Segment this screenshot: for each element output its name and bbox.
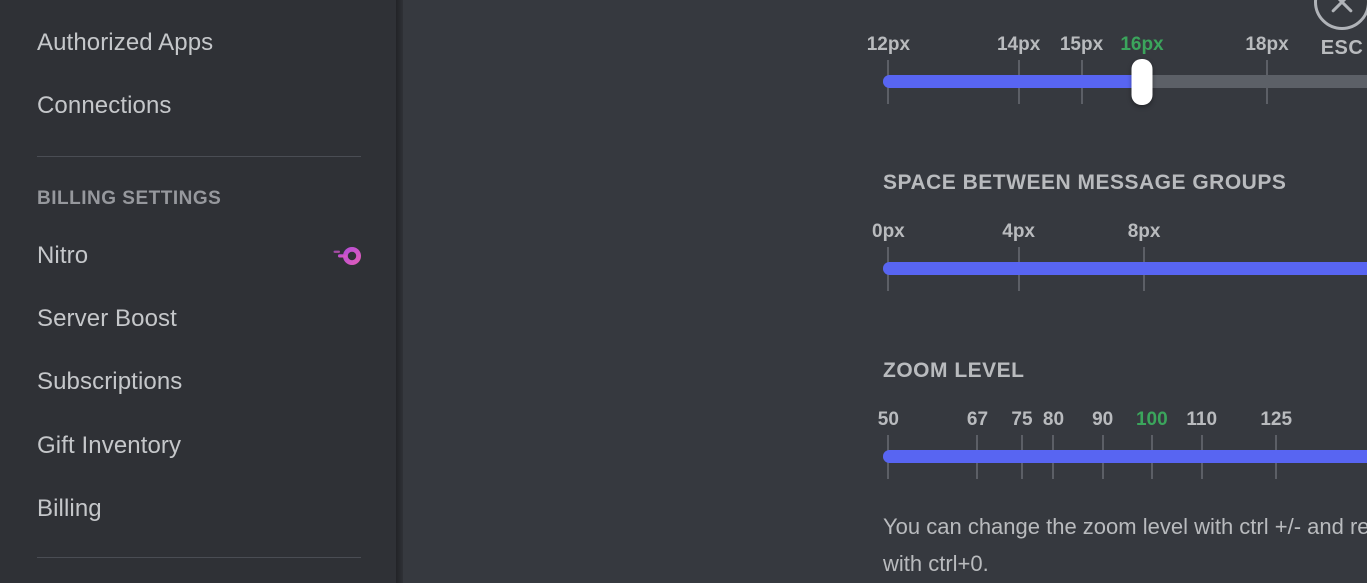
sidebar-divider-top [37,156,361,157]
slider-tick-label: 12px [866,34,911,55]
sidebar-item-gift-inventory[interactable]: Gift Inventory [37,425,181,466]
sidebar-item-authorized-apps[interactable]: Authorized Apps [37,22,383,63]
slider-fill [883,75,1142,88]
sidebar-item-subscriptions[interactable]: Subscriptions [37,361,182,402]
sidebar-item-label: Gift Inventory [37,431,182,459]
zoom-level-helper-text: You can change the zoom level with ctrl … [883,514,1367,576]
slider-fill [883,262,1367,275]
slider-tick-label: 110 [1186,409,1218,430]
sidebar-item-billing[interactable]: Billing [37,488,102,529]
sidebar-item-label: Subscriptions [37,367,183,395]
slider-tick-label: 75 [1011,409,1033,430]
slider-tick-label: 50 [877,409,899,430]
slider-tick-label: 15px [1059,34,1104,55]
sidebar-section-header-billing: BILLING SETTINGS [37,188,222,209]
space-between-message-groups-slider[interactable]: 0px4px8px16px24px [872,221,1367,291]
sidebar-item-label: Authorized Apps [37,28,214,56]
zoom-level-slider[interactable]: 5067758090100110125150175200 [878,409,1367,479]
slider-fill [883,450,1367,463]
group-space-slider-labels: 0px4px8px16px24px [872,221,1367,243]
zoom-level-title: ZOOM LEVEL [883,359,1025,382]
group-space-slider-track[interactable] [883,247,1367,291]
slider-tick-label: 14px [996,34,1041,55]
close-x-icon[interactable] [1314,0,1367,30]
slider-thumb[interactable] [1131,59,1153,105]
slider-tick-label: 90 [1092,409,1114,430]
space-between-message-groups-title: SPACE BETWEEN MESSAGE GROUPS [883,171,1287,194]
close-esc-button[interactable]: ESC [1303,0,1367,60]
close-esc-label: ESC [1320,37,1364,59]
slider-tick-label: 80 [1042,409,1065,430]
slider-tick-label: 0px [872,221,905,242]
slider-tick-label: 100 [1135,409,1168,430]
settings-sidebar: Authorized Apps Connections BILLING SETT… [0,0,403,583]
sidebar-item-label: Billing [37,494,102,522]
sidebar-divider-bottom [37,557,361,558]
slider-tick-label: 8px [1127,221,1161,242]
slider-tick-label: 4px [1002,221,1035,242]
zoom-level-slider-track[interactable] [883,435,1367,479]
sidebar-item-label: Server Boost [37,304,177,332]
sidebar-item-server-boost[interactable]: Server Boost [37,298,177,339]
sidebar-item-connections[interactable]: Connections [37,85,383,126]
sidebar-item-label: Connections [37,91,172,119]
font-size-slider[interactable]: 12px14px15px16px18px20px24px [867,34,1367,105]
sidebar-item-label: Nitro [37,241,89,269]
sidebar-item-nitro[interactable]: Nitro [37,235,361,276]
font-size-slider-track[interactable] [883,59,1367,105]
zoom-level-slider-labels: 5067758090100110125150175200 [878,409,1367,431]
slider-tick-label: 125 [1260,409,1293,430]
font-size-slider-labels: 12px14px15px16px18px20px24px [867,34,1367,56]
settings-window: Authorized Apps Connections BILLING SETT… [0,0,1367,583]
slider-tick-label: 18px [1245,34,1289,55]
settings-main-panel: 12px14px15px16px18px20px24px SPACE BETWE… [403,0,1367,583]
slider-tick-label: 67 [966,409,989,430]
slider-tick-label: 16px [1120,34,1164,55]
nitro-boost-icon [333,246,361,265]
